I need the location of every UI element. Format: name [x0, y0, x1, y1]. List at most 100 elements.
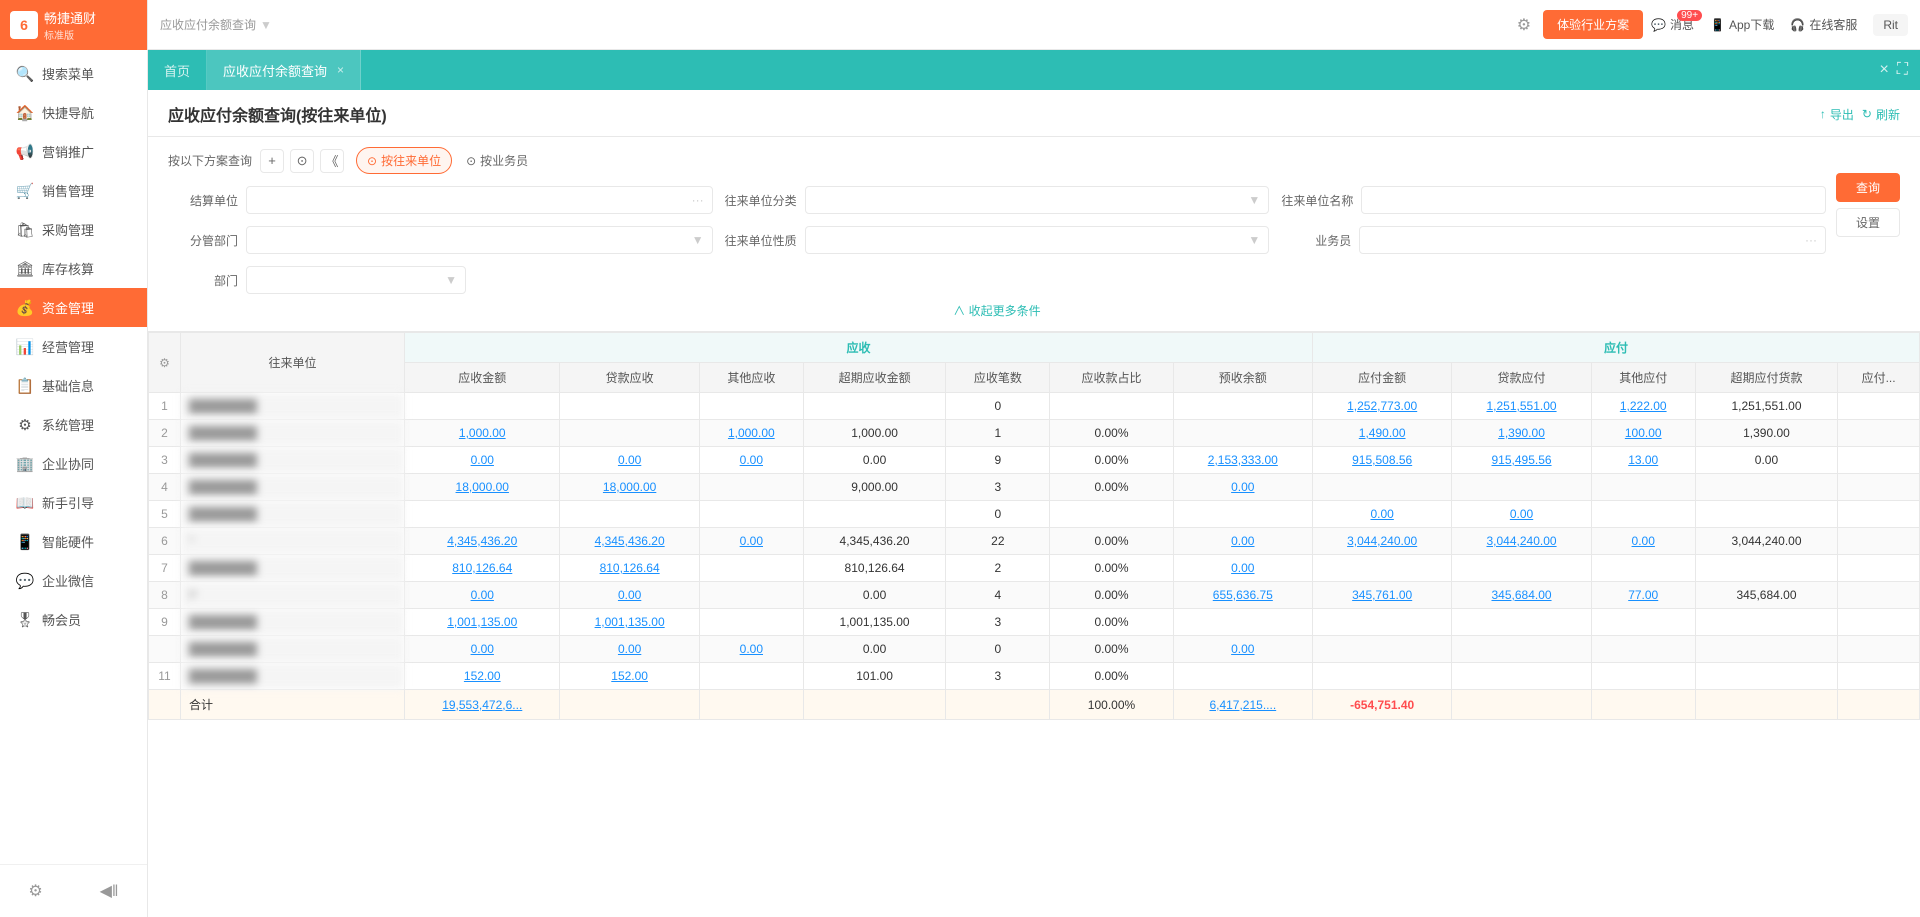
sidebar-item-label: 资金管理	[42, 298, 94, 317]
filter-fields: 结算单位 ··· 往来单位分类 ▼ 往来单位名称	[168, 182, 1826, 298]
filter-unit-nature-label: 往来单位性质	[725, 232, 797, 249]
table-row: 2████████1,000.001,000.001,000.0010.00%1…	[149, 420, 1920, 447]
filter-settlement-unit-input[interactable]: ···	[246, 186, 713, 214]
header-gear-icon[interactable]: ⚙	[1513, 11, 1535, 39]
online-service-label: 在线客服	[1809, 16, 1857, 33]
sidebar-item-sales[interactable]: 🛒销售管理	[0, 171, 147, 210]
filter-add-btn[interactable]: +	[260, 149, 284, 173]
th-overdue-ap: 超期应付货款	[1695, 363, 1837, 393]
filter-division-input[interactable]: ▼	[246, 226, 713, 254]
sidebar-item-inventory[interactable]: 🏛库存核算	[0, 249, 147, 288]
filter-unit-nature: 往来单位性质 ▼	[725, 226, 1270, 254]
tab-fullscreen-icon[interactable]: ⛶	[1897, 61, 1908, 79]
filter-salesman-input[interactable]: ···	[1359, 226, 1826, 254]
cell-partner: ████████	[181, 663, 405, 690]
filter-group-by-staff[interactable]: ⊙ 按业务员	[456, 147, 538, 174]
footer-ar-amount[interactable]: 19,553,472,6...	[405, 690, 560, 720]
page-title: 应收应付余额查询(按往来单位)	[168, 102, 387, 126]
sidebar-item-system[interactable]: ⚙系统管理	[0, 405, 147, 444]
sidebar-item-label: 企业协同	[42, 454, 94, 473]
setting-button[interactable]: 设置	[1836, 208, 1900, 237]
filter-collapse-btn[interactable]: ∧ 收起更多条件	[168, 298, 1826, 323]
filter-department-input[interactable]: ▼	[246, 266, 466, 294]
filter-group-by-unit[interactable]: ⊙ 按往来单位	[356, 147, 452, 174]
footer-settings	[149, 690, 181, 720]
export-button[interactable]: ↑ 导出	[1820, 106, 1854, 123]
table-row: 8P0.000.000.0040.00%655,636.75345,761.00…	[149, 582, 1920, 609]
sidebar-item-guide[interactable]: 📖新手引导	[0, 483, 147, 522]
cell-partner: P	[181, 582, 405, 609]
th-loan-ar: 贷款应收	[560, 363, 699, 393]
sidebar-item-label: 快捷导航	[42, 103, 94, 122]
cell-partner: ████████	[181, 555, 405, 582]
cell-partner: ████████	[181, 474, 405, 501]
table-row: 4████████18,000.0018,000.009,000.0030.00…	[149, 474, 1920, 501]
filter-tools: + ⊙ 《	[260, 149, 344, 173]
filter-label: 按以下方案查询	[168, 152, 252, 169]
settings-bottom-icon[interactable]: ⚙	[22, 875, 48, 907]
sidebar-item-purchase[interactable]: 🛍 采购管理	[0, 210, 147, 249]
filter-department-label: 部门	[168, 272, 238, 289]
tab-home[interactable]: 首页	[148, 50, 207, 90]
main-header: 应收应付余额查询 ▼ ⚙ 体验行业方案 💬 消息 99+ 📱 App下载 🎧 在…	[148, 0, 1920, 50]
query-button[interactable]: 查询	[1836, 173, 1900, 202]
filter-unit-name-input[interactable]	[1361, 186, 1826, 214]
sidebar-item-marketing[interactable]: 📢营销推广	[0, 132, 147, 171]
filter-unit-name: 往来单位名称	[1281, 186, 1826, 214]
tab-ar-ap-query[interactable]: 应收应付余额查询 ×	[207, 50, 361, 90]
filter-group-staff-icon: ⊙	[466, 154, 476, 168]
solution-button[interactable]: 体验行业方案	[1543, 10, 1643, 39]
table-settings-col[interactable]: ⚙	[149, 333, 181, 393]
th-other-ap: 其他应付	[1591, 363, 1695, 393]
filter-target-btn[interactable]: ⊙	[290, 149, 314, 173]
footer-overdue-ap	[1695, 690, 1837, 720]
purchase-icon: 🛍	[16, 221, 34, 239]
user-avatar[interactable]: Rit	[1873, 14, 1908, 36]
filter-collapse-label: 收起更多条件	[969, 304, 1041, 318]
sidebar-item-management[interactable]: 📊经营管理	[0, 327, 147, 366]
tab-close-window-icon[interactable]: ×	[1879, 61, 1888, 79]
sidebar-item-member[interactable]: 🎖畅会员	[0, 600, 147, 639]
filter-division: 分管部门 ▼	[168, 226, 713, 254]
sidebar-item-quick-nav[interactable]: 🏠快捷导航	[0, 93, 147, 132]
table-row: 6^4,345,436.204,345,436.200.004,345,436.…	[149, 528, 1920, 555]
sidebar-logo: 6 畅捷通财 标准版	[0, 0, 147, 50]
app-download-action[interactable]: 📱 App下载	[1710, 16, 1774, 33]
filter-salesman-label: 业务员	[1281, 232, 1351, 249]
sidebar-item-label: 采购管理	[42, 220, 94, 239]
sidebar-item-enterprise[interactable]: 🏢企业协同	[0, 444, 147, 483]
app-version: 标准版	[44, 27, 96, 42]
sidebar-item-label: 库存核算	[42, 259, 94, 278]
sidebar-item-label: 经营管理	[42, 337, 94, 356]
sidebar-item-search-menu[interactable]: 🔍搜索菜单	[0, 54, 147, 93]
tab-bar-actions: × ⛶	[1867, 50, 1920, 90]
footer-ap-more	[1838, 690, 1920, 720]
filter-collapse-btn[interactable]: 《	[320, 149, 344, 173]
message-action[interactable]: 💬 消息 99+	[1651, 16, 1694, 33]
tab-close-icon[interactable]: ×	[337, 63, 344, 77]
search-menu-icon: 🔍	[16, 65, 34, 83]
sales-icon: 🛒	[16, 182, 34, 200]
th-other-ar: 其他应收	[699, 363, 803, 393]
refresh-button[interactable]: ↻ 刷新	[1862, 106, 1900, 123]
online-service-action[interactable]: 🎧 在线客服	[1790, 16, 1857, 33]
th-prepaid: 预收余额	[1173, 363, 1312, 393]
breadcrumb-text: 应收应付余额查询	[160, 16, 256, 33]
refresh-label: 刷新	[1876, 106, 1900, 123]
filter-unit-nature-input[interactable]: ▼	[805, 226, 1270, 254]
table-footer-row: 合计 19,553,472,6... 100.00% 6,417,215....…	[149, 690, 1920, 720]
filter-unit-name-label: 往来单位名称	[1281, 192, 1353, 209]
sidebar-item-smart-hardware[interactable]: 📱智能硬件	[0, 522, 147, 561]
app-logo-icon: 6	[10, 11, 38, 39]
filter-unit-category-input[interactable]: ▼	[805, 186, 1270, 214]
footer-prepaid[interactable]: 6,417,215....	[1173, 690, 1312, 720]
online-service-icon: 🎧	[1790, 18, 1805, 32]
sidebar-item-weixin[interactable]: 💬企业微信	[0, 561, 147, 600]
breadcrumb: 应收应付余额查询 ▼	[160, 16, 1505, 33]
collapse-sidebar-icon[interactable]: ◀‖	[94, 875, 125, 907]
sidebar-item-label: 系统管理	[42, 415, 94, 434]
sidebar-item-finance[interactable]: 💰资金管理	[0, 288, 147, 327]
sidebar-item-basic-info[interactable]: 📋基础信息	[0, 366, 147, 405]
cell-partner: ████████	[181, 393, 405, 420]
filter-unit-category: 往来单位分类 ▼	[725, 186, 1270, 214]
